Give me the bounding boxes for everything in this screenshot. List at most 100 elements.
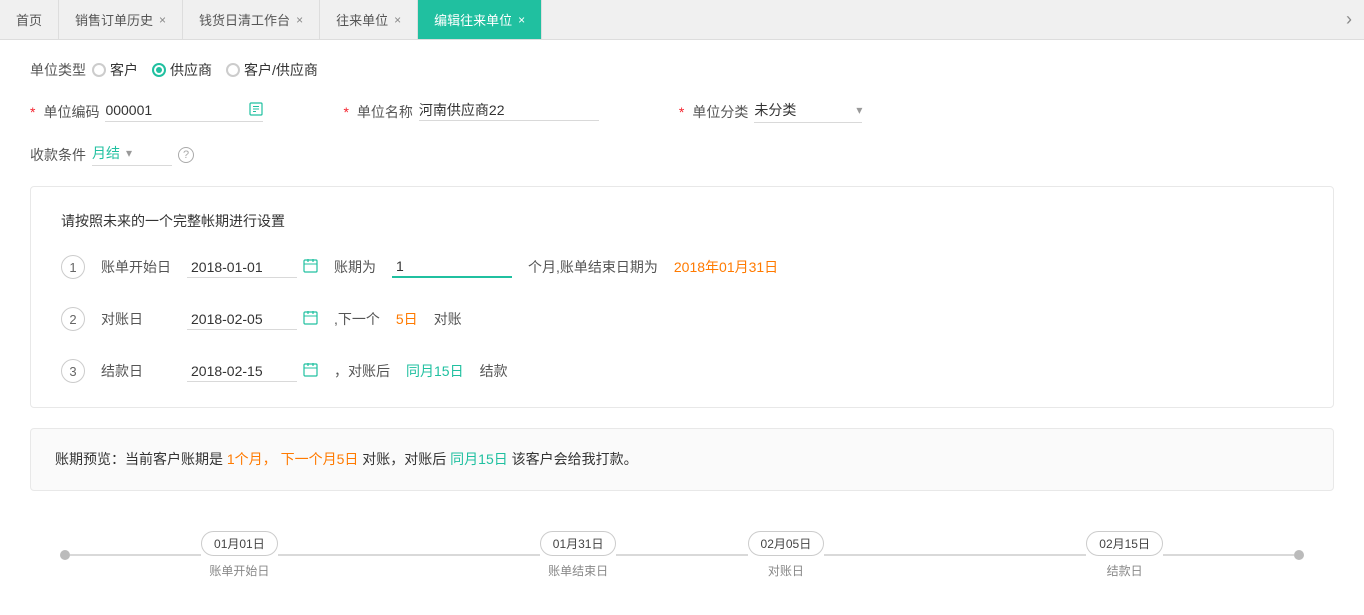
unit-type-label: 单位类型 xyxy=(30,60,86,80)
preview-suffix: 该客户会给我打款。 xyxy=(512,451,638,467)
payment-terms-select[interactable]: 月结 ▾ xyxy=(92,143,172,166)
step-2-desc-prefix: ,下一个 xyxy=(334,309,380,329)
step-1-date-input xyxy=(187,257,318,278)
radio-both-circle xyxy=(226,63,240,77)
payment-terms-label: 收款条件 xyxy=(30,145,86,165)
step-2-date-field[interactable] xyxy=(187,309,297,330)
tab-edit-partner[interactable]: 编辑往来单位 × xyxy=(418,0,542,39)
unit-code-field: * 单位编码 xyxy=(30,102,263,122)
step-1-date-field[interactable] xyxy=(187,257,297,278)
unit-code-label: 单位编码 xyxy=(43,102,99,122)
preview-section: 账期预览：当前客户账期是 1个月， 下一个月5日 对账，对账后 同月15日 该客… xyxy=(30,428,1334,491)
step-2-row: 2 对账日 ,下一个 5日 对账 xyxy=(61,307,1303,331)
tab-more-button[interactable]: › xyxy=(1334,0,1364,39)
timeline-node-4-badge: 02月15日 xyxy=(1086,531,1163,556)
unit-name-input[interactable] xyxy=(419,102,599,118)
step-2-number: 2 xyxy=(61,307,85,331)
radio-both-label: 客户/供应商 xyxy=(244,60,318,80)
timeline-section: 01月01日 账单开始日 01月31日 账单结束日 02月05日 对账日 02月… xyxy=(30,515,1334,595)
step-2-desc-highlight: 5日 xyxy=(396,309,418,329)
timeline-line-3 xyxy=(616,554,747,556)
preview-prefix: 账期预览：当前客户账期是 xyxy=(55,451,223,467)
payment-terms-arrow: ▾ xyxy=(126,146,132,160)
timeline-line-1 xyxy=(70,554,201,556)
tab-home-label: 首页 xyxy=(16,10,42,29)
preview-part2: 下一个月5日 xyxy=(281,451,359,467)
tab-sales-label: 销售订单历史 xyxy=(75,10,153,29)
timeline-node-1: 01月01日 账单开始日 xyxy=(201,531,278,579)
tab-cash-work[interactable]: 钱货日清工作台 × xyxy=(183,0,320,39)
tab-partner-label: 往来单位 xyxy=(336,10,388,29)
step-1-calendar-icon[interactable] xyxy=(303,258,318,276)
step-3-date-field[interactable] xyxy=(187,361,297,382)
unit-name-input-wrapper xyxy=(419,102,599,121)
tab-bar: 首页 销售订单历史 × 钱货日清工作台 × 往来单位 × 编辑往来单位 × › xyxy=(0,0,1364,40)
unit-category-arrow: ▾ xyxy=(856,103,862,117)
step-3-desc-suffix: 结款 xyxy=(480,361,508,381)
tab-cash-close[interactable]: × xyxy=(296,13,303,27)
timeline-node-4: 02月15日 结款日 xyxy=(1086,531,1163,579)
step-3-date-input xyxy=(187,361,318,382)
radio-both[interactable]: 客户/供应商 xyxy=(226,60,318,80)
tab-sales-close[interactable]: × xyxy=(159,13,166,27)
unit-info-row: * 单位编码 * 单位名称 * xyxy=(30,100,1334,123)
tab-home[interactable]: 首页 xyxy=(0,0,59,39)
tab-edit-partner-label: 编辑往来单位 xyxy=(434,10,512,29)
unit-type-row: 单位类型 客户 供应商 客户/供应商 xyxy=(30,60,1334,80)
step-2-date-input xyxy=(187,309,318,330)
step-1-period-end: 2018年01月31日 xyxy=(674,257,778,277)
timeline-node-1-label: 账单开始日 xyxy=(209,562,269,579)
payment-terms-row: 收款条件 月结 ▾ ? xyxy=(30,143,1334,166)
preview-part1: 1个月， xyxy=(227,451,277,467)
timeline-node-3-badge: 02月05日 xyxy=(748,531,825,556)
timeline-start-dot xyxy=(60,550,70,560)
tab-partner-close[interactable]: × xyxy=(394,13,401,27)
payment-terms-field: 收款条件 月结 ▾ ? xyxy=(30,143,194,166)
unit-type-radio-group: 客户 供应商 客户/供应商 xyxy=(92,60,318,80)
preview-part3: 同月15日 xyxy=(450,451,508,467)
settings-panel: 请按照未来的一个完整帐期进行设置 1 账单开始日 账期为 个月,账单结束日期为 … xyxy=(30,186,1334,408)
timeline-line-2 xyxy=(278,554,540,556)
step-3-row: 3 结款日 ，对账后 同月15日 结款 xyxy=(61,359,1303,383)
main-content: 单位类型 客户 供应商 客户/供应商 * 单位编码 xyxy=(0,40,1364,615)
radio-supplier[interactable]: 供应商 xyxy=(152,60,212,80)
timeline-node-2-label: 账单结束日 xyxy=(548,562,608,579)
radio-customer-circle xyxy=(92,63,106,77)
step-1-period-input[interactable] xyxy=(392,256,512,278)
unit-category-select[interactable]: 未分类 ▾ xyxy=(754,100,862,123)
timeline-node-2: 01月31日 账单结束日 xyxy=(540,531,617,579)
step-3-label: 结款日 xyxy=(101,361,171,381)
step-3-desc-highlight: 同月15日 xyxy=(406,361,464,381)
timeline-line-4 xyxy=(824,554,1086,556)
payment-terms-help[interactable]: ? xyxy=(178,147,194,163)
step-3-calendar-icon[interactable] xyxy=(303,362,318,380)
radio-customer-label: 客户 xyxy=(110,60,138,80)
radio-customer[interactable]: 客户 xyxy=(92,60,138,80)
step-1-period-label: 账期为 xyxy=(334,257,376,277)
unit-category-select-wrapper: 未分类 ▾ xyxy=(754,100,954,123)
preview-text: 账期预览：当前客户账期是 1个月， 下一个月5日 对账，对账后 同月15日 该客… xyxy=(55,447,1309,472)
step-3-desc-prefix: ，对账后 xyxy=(334,361,390,381)
timeline-node-4-label: 结款日 xyxy=(1107,562,1143,579)
unit-code-icon[interactable] xyxy=(249,102,263,119)
unit-code-star: * xyxy=(30,104,35,120)
tab-edit-partner-close[interactable]: × xyxy=(518,13,525,27)
tab-sales-order[interactable]: 销售订单历史 × xyxy=(59,0,183,39)
step-1-row: 1 账单开始日 账期为 个月,账单结束日期为 2018年01月31日 xyxy=(61,255,1303,279)
step-2-calendar-icon[interactable] xyxy=(303,310,318,328)
radio-supplier-circle xyxy=(152,63,166,77)
timeline-node-2-badge: 01月31日 xyxy=(540,531,617,556)
step-1-period-unit: 个月,账单结束日期为 xyxy=(528,257,658,277)
payment-terms-value: 月结 xyxy=(92,143,120,163)
unit-category-value: 未分类 xyxy=(754,100,796,120)
panel-title: 请按照未来的一个完整帐期进行设置 xyxy=(61,211,1303,231)
timeline-node-3: 02月05日 对账日 xyxy=(748,531,825,579)
unit-type-field: 单位类型 客户 供应商 客户/供应商 xyxy=(30,60,318,80)
step-3-number: 3 xyxy=(61,359,85,383)
unit-code-input-wrapper xyxy=(105,102,263,122)
timeline-node-1-badge: 01月01日 xyxy=(201,531,278,556)
unit-name-star: * xyxy=(343,104,348,120)
unit-code-input[interactable] xyxy=(105,102,245,118)
tab-partner[interactable]: 往来单位 × xyxy=(320,0,418,39)
tab-cash-label: 钱货日清工作台 xyxy=(199,10,290,29)
